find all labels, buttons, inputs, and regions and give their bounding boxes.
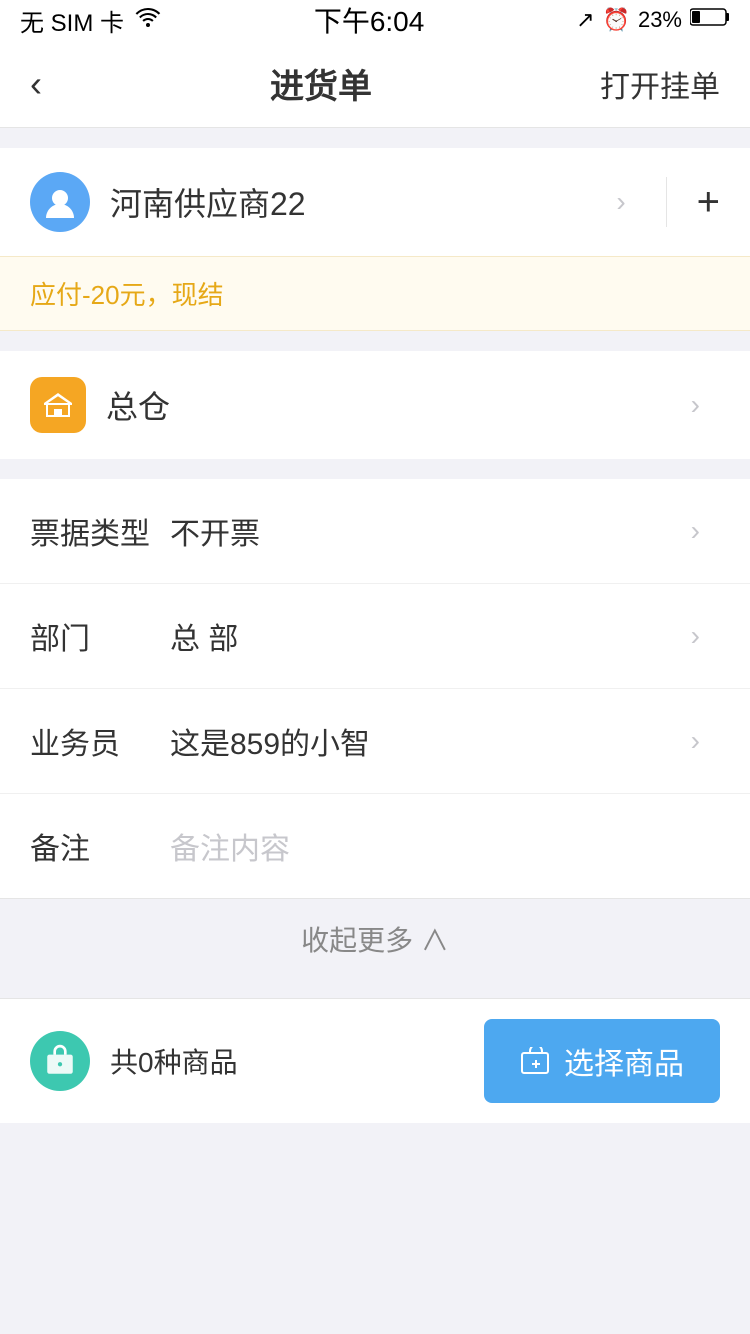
supplier-chevron-icon: › bbox=[616, 186, 625, 218]
warehouse-chevron-icon: › bbox=[691, 389, 700, 421]
dept-chevron-icon: › bbox=[691, 620, 700, 652]
vertical-divider bbox=[666, 177, 667, 227]
back-button[interactable]: ‹ bbox=[30, 63, 42, 105]
battery-icon bbox=[690, 7, 730, 33]
warehouse-section: 总仓 › bbox=[0, 351, 750, 459]
select-product-button[interactable]: 选择商品 bbox=[484, 1019, 720, 1103]
supplier-name: 河南供应商22 bbox=[110, 179, 616, 225]
section-gap-1 bbox=[0, 128, 750, 148]
open-pending-button[interactable]: 打开挂单 bbox=[600, 62, 720, 106]
add-supplier-button[interactable]: + bbox=[697, 180, 720, 225]
sales-label: 业务员 bbox=[30, 719, 170, 763]
status-left: 无 SIM 卡 bbox=[20, 3, 162, 38]
section-gap-3 bbox=[0, 459, 750, 479]
warehouse-row[interactable]: 总仓 › bbox=[0, 351, 750, 459]
form-section: 票据类型 不开票 › 部门 总 部 › 业务员 这是859的小智 › 备注 备注… bbox=[0, 479, 750, 898]
status-bar: 无 SIM 卡 下午6:04 ↗ ⏰ 23% bbox=[0, 0, 750, 40]
location-icon: ↗ bbox=[576, 7, 594, 33]
warehouse-icon bbox=[30, 377, 86, 433]
invoice-value: 不开票 bbox=[170, 509, 691, 553]
carrier-label: 无 SIM 卡 bbox=[20, 3, 124, 38]
warehouse-name: 总仓 bbox=[106, 382, 691, 428]
status-right: ↗ ⏰ 23% bbox=[576, 7, 730, 33]
sales-chevron-icon: › bbox=[691, 725, 700, 757]
product-count: 共0种商品 bbox=[110, 1041, 484, 1081]
collapse-button[interactable]: 收起更多 ∧ bbox=[0, 898, 750, 978]
sales-row[interactable]: 业务员 这是859的小智 › bbox=[0, 689, 750, 794]
section-gap-4 bbox=[0, 978, 750, 998]
collapse-label: 收起更多 ∧ bbox=[301, 919, 449, 959]
alarm-icon: ⏰ bbox=[603, 7, 630, 33]
product-icon bbox=[30, 1031, 90, 1091]
dept-row[interactable]: 部门 总 部 › bbox=[0, 584, 750, 689]
page-title: 进货单 bbox=[270, 59, 372, 108]
invoice-row[interactable]: 票据类型 不开票 › bbox=[0, 479, 750, 584]
dept-value: 总 部 bbox=[170, 614, 691, 658]
notice-bar: 应付-20元，现结 bbox=[0, 256, 750, 331]
remark-input[interactable]: 备注内容 bbox=[170, 824, 720, 868]
supplier-section: 河南供应商22 › + 应付-20元，现结 bbox=[0, 148, 750, 331]
invoice-chevron-icon: › bbox=[691, 515, 700, 547]
supplier-avatar bbox=[30, 172, 90, 232]
nav-bar: ‹ 进货单 打开挂单 bbox=[0, 40, 750, 128]
status-time: 下午6:04 bbox=[314, 0, 425, 40]
remark-label: 备注 bbox=[30, 824, 170, 868]
dept-label: 部门 bbox=[30, 614, 170, 658]
sales-value: 这是859的小智 bbox=[170, 719, 691, 763]
section-gap-2 bbox=[0, 331, 750, 351]
remark-row[interactable]: 备注 备注内容 bbox=[0, 794, 750, 898]
bottom-bar: 共0种商品 选择商品 bbox=[0, 998, 750, 1123]
notice-text: 应付-20元，现结 bbox=[30, 280, 224, 310]
supplier-row[interactable]: 河南供应商22 › + bbox=[0, 148, 750, 256]
battery-label: 23% bbox=[638, 7, 682, 33]
invoice-label: 票据类型 bbox=[30, 509, 170, 553]
select-product-label: 选择商品 bbox=[564, 1039, 684, 1083]
wifi-icon bbox=[134, 6, 162, 34]
